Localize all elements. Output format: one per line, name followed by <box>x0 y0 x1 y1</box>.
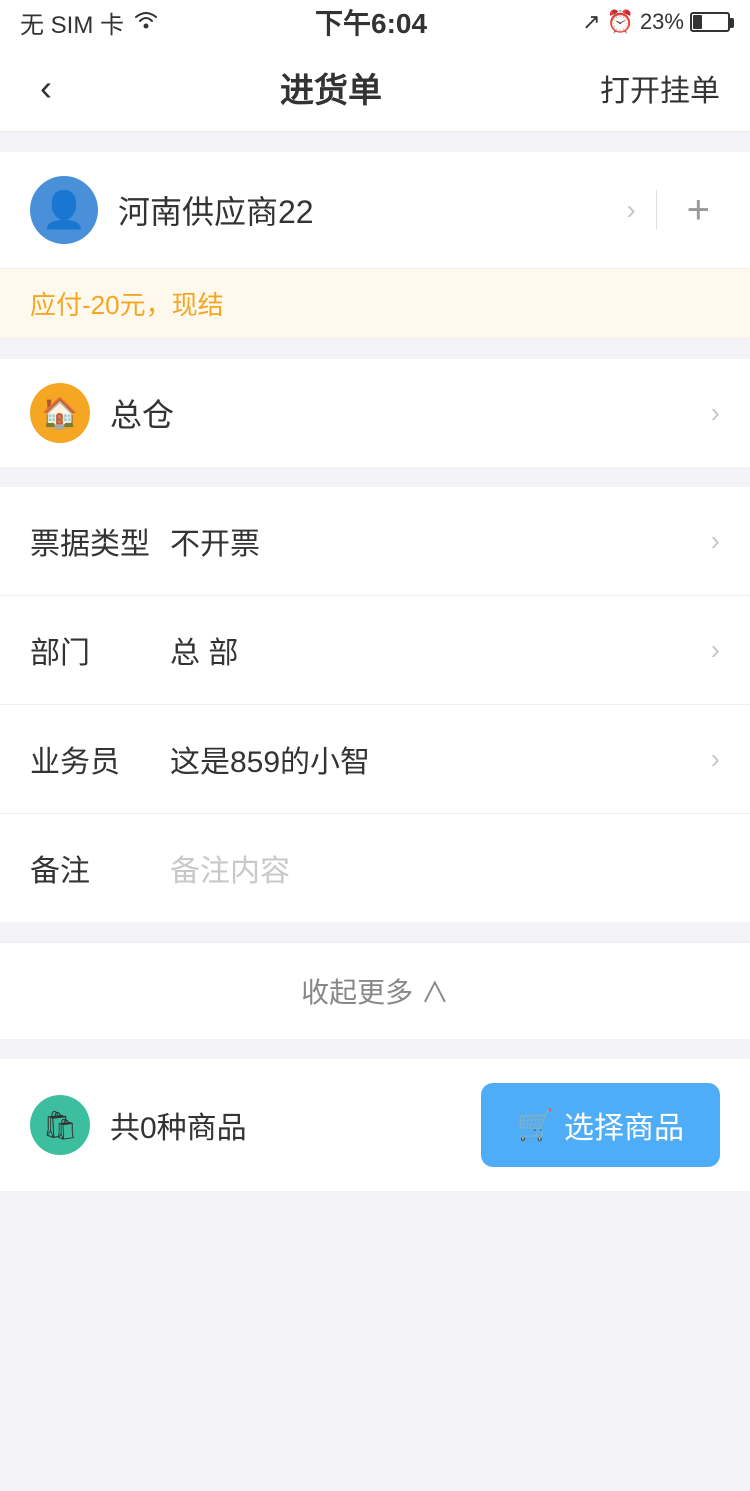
collapse-row[interactable]: 收起更多 ∧ <box>0 942 750 1039</box>
location-icon: ↗ <box>582 9 600 35</box>
page-title: 进货单 <box>280 63 382 112</box>
supplier-avatar: 👤 <box>30 176 98 244</box>
wifi-icon <box>132 8 160 36</box>
avatar-person-icon: 👤 <box>42 189 87 231</box>
battery-text: 23% <box>640 9 684 35</box>
product-icon-symbol: 🛍 <box>42 1109 78 1142</box>
add-supplier-button[interactable]: + <box>677 188 720 233</box>
status-right: ↗ ⏰ 23% <box>582 9 730 35</box>
ticket-type-chevron-icon: › <box>711 525 720 557</box>
salesperson-row[interactable]: 业务员 这是859的小智 › <box>0 705 750 814</box>
ticket-type-label: 票据类型 <box>30 519 170 563</box>
ticket-type-row[interactable]: 票据类型 不开票 › <box>0 487 750 596</box>
salesperson-value: 这是859的小智 <box>170 737 711 781</box>
warehouse-icon: 🏠 <box>30 383 90 443</box>
section-divider-2 <box>0 339 750 359</box>
ticket-type-value: 不开票 <box>170 519 711 563</box>
warehouse-row[interactable]: 🏠 总仓 › <box>0 359 750 467</box>
nav-bar: ‹ 进货单 打开挂单 <box>0 44 750 132</box>
product-count-text: 共0种商品 <box>110 1103 481 1147</box>
select-goods-label: 选择商品 <box>564 1103 684 1147</box>
supplier-divider <box>656 190 657 230</box>
remark-row[interactable]: 备注 备注内容 <box>0 814 750 922</box>
status-bar: 无 SIM 卡 下午6:04 ↗ ⏰ 23% <box>0 0 750 44</box>
carrier-text: 无 SIM 卡 <box>20 5 124 40</box>
warehouse-name: 总仓 <box>110 390 711 436</box>
alarm-icon: ⏰ <box>607 9 634 35</box>
department-chevron-icon: › <box>711 634 720 666</box>
warehouse-chevron-icon: › <box>711 397 720 429</box>
remark-label: 备注 <box>30 846 170 890</box>
product-icon: 🛍 <box>30 1095 90 1155</box>
collapse-label: 收起更多 ∧ <box>301 971 449 1011</box>
battery-icon <box>690 12 730 32</box>
department-label: 部门 <box>30 628 170 672</box>
supplier-row[interactable]: 👤 河南供应商22 › + <box>0 152 750 269</box>
notice-banner: 应付-20元，现结 <box>0 269 750 339</box>
form-section: 票据类型 不开票 › 部门 总 部 › 业务员 这是859的小智 › 备注 备注… <box>0 487 750 922</box>
status-left: 无 SIM 卡 <box>20 5 160 40</box>
select-goods-icon: 🛒 <box>517 1108 554 1143</box>
supplier-chevron-icon: › <box>626 194 635 226</box>
status-time: 下午6:04 <box>315 2 427 42</box>
section-divider-1 <box>0 132 750 152</box>
department-value: 总 部 <box>170 628 711 672</box>
notice-text: 应付-20元，现结 <box>30 290 224 320</box>
salesperson-label: 业务员 <box>30 737 170 781</box>
warehouse-symbol-icon: 🏠 <box>41 396 78 431</box>
salesperson-chevron-icon: › <box>711 743 720 775</box>
open-pending-button[interactable]: 打开挂单 <box>600 66 720 110</box>
supplier-section: 👤 河南供应商22 › + 应付-20元，现结 <box>0 152 750 339</box>
bottom-bar: 🛍 共0种商品 🛒 选择商品 <box>0 1059 750 1191</box>
gray-fill-area <box>0 1191 750 1491</box>
back-button[interactable]: ‹ <box>30 57 62 119</box>
remark-input[interactable]: 备注内容 <box>170 846 720 890</box>
supplier-name: 河南供应商22 <box>118 187 626 233</box>
department-row[interactable]: 部门 总 部 › <box>0 596 750 705</box>
select-goods-button[interactable]: 🛒 选择商品 <box>481 1083 720 1167</box>
